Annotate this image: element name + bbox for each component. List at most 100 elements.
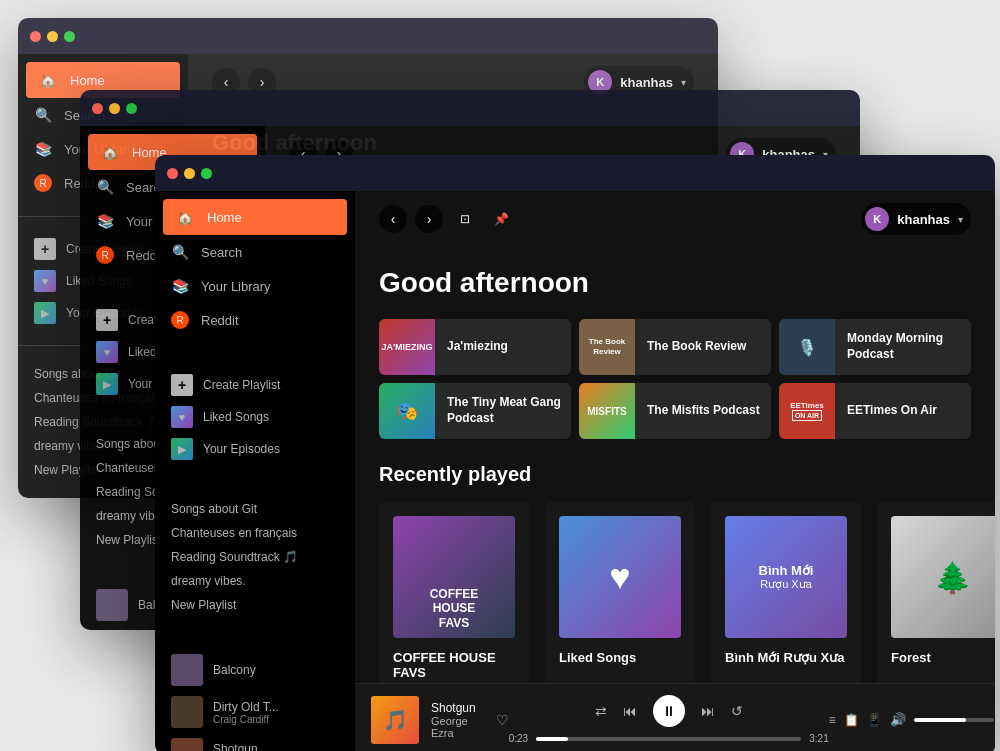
- prev-button[interactable]: ⏮: [623, 703, 637, 719]
- current-time: 0:23: [509, 733, 528, 744]
- featured-card-book-3[interactable]: The BookReview The Book Review: [579, 319, 771, 375]
- card-img-book-3: The BookReview: [579, 319, 635, 375]
- reddit-icon-2: R: [96, 246, 114, 264]
- minimize-dot-3[interactable]: [184, 168, 195, 179]
- forward-button-3[interactable]: ›: [415, 205, 443, 233]
- player-song-title: Shotgun: [431, 701, 476, 715]
- maximize-dot-3[interactable]: [201, 168, 212, 179]
- window-btn-3[interactable]: ⊡: [451, 205, 479, 233]
- recently-shotgun-3[interactable]: Shotgun George Ezra: [155, 733, 355, 751]
- maximize-dot-2[interactable]: [126, 103, 137, 114]
- device-icon[interactable]: 📱: [867, 713, 882, 727]
- featured-grid-3: JA'MIEZING Ja'miezing The BookReview The…: [379, 319, 971, 439]
- sidebar-item-reddit-3[interactable]: R Reddit: [155, 303, 355, 337]
- progress-fill: [536, 737, 568, 741]
- album-img-coffeehouse: COFFEEHOUSEFAVS: [393, 516, 515, 638]
- playlist-3-3[interactable]: Reading Soundtrack 🎵: [155, 545, 355, 569]
- featured-card-tinymeat-3[interactable]: 🎭 The Tiny Meat Gang Podcast: [379, 383, 571, 439]
- sidebar-item-search-3[interactable]: 🔍 Search: [155, 235, 355, 269]
- playlist-3-2[interactable]: Chanteuses en français: [155, 521, 355, 545]
- username-3: khanhas: [897, 212, 950, 227]
- featured-card-misfits-3[interactable]: MISFITS The Misfits Podcast: [579, 383, 771, 439]
- player-bar: 🎵 Shotgun George Ezra ♡ ⇄ ⏮ ⏸ ⏭ ↺: [355, 683, 995, 751]
- reddit-icon: R: [34, 174, 52, 192]
- back-button-3[interactable]: ‹: [379, 205, 407, 233]
- liked-songs-label-3: Liked Songs: [203, 410, 269, 424]
- title-bar-3: [155, 155, 995, 191]
- episodes-icon-2: ▶: [96, 373, 118, 395]
- album-card-forest[interactable]: 🌲 Forest: [877, 502, 995, 683]
- next-button[interactable]: ⏭: [701, 703, 715, 719]
- card-img-tiny-3: 🎭: [379, 383, 435, 439]
- playlist-3-5[interactable]: New Playlist: [155, 593, 355, 617]
- home-icon-3: 🏠: [175, 207, 195, 227]
- sidebar-label-home-3: Home: [207, 210, 242, 225]
- card-img-misfits-3: MISFITS: [579, 383, 635, 439]
- playlist-3-1[interactable]: Songs about Git: [155, 497, 355, 521]
- nav-buttons-3: ‹ › ⊡ 📌: [379, 205, 515, 233]
- progress-bar-container[interactable]: 0:23 3:21: [509, 733, 829, 744]
- search-icon-3: 🔍: [171, 243, 189, 261]
- search-icon-2: 🔍: [96, 178, 114, 196]
- thumb-balcony: [96, 589, 128, 621]
- sidebar-item-library-3[interactable]: 📚 Your Library: [155, 269, 355, 303]
- album-card-coffeehouse[interactable]: COFFEEHOUSEFAVS COFFEE HOUSE FAVS: [379, 502, 529, 683]
- scroll-area-3[interactable]: Good afternoon JA'MIEZING Ja'miezing: [355, 247, 995, 683]
- close-dot[interactable]: [30, 31, 41, 42]
- card-title-jam-3: Ja'miezing: [447, 339, 508, 355]
- maximize-dot[interactable]: [64, 31, 75, 42]
- minimize-dot-2[interactable]: [109, 103, 120, 114]
- sidebar-liked-songs-3[interactable]: ♥ Liked Songs: [155, 401, 355, 433]
- album-title-binhmoi: Bình Mới Rượu Xưa: [725, 650, 847, 665]
- user-menu-3[interactable]: K khanhas ▾: [861, 203, 971, 235]
- card-title-misfits-3: The Misfits Podcast: [647, 403, 760, 419]
- library-icon: 📚: [34, 140, 52, 158]
- search-icon: 🔍: [34, 106, 52, 124]
- recently-balcony-3[interactable]: Balcony: [155, 649, 355, 691]
- minimize-dot[interactable]: [47, 31, 58, 42]
- add-icon: +: [34, 238, 56, 260]
- sidebar-label-library-3: Your Library: [201, 279, 271, 294]
- sidebar-create-playlist-3[interactable]: + Create Playlist: [155, 369, 355, 401]
- episodes-icon: ▶: [34, 302, 56, 324]
- main-content-3: ‹ › ⊡ 📌 K khanhas ▾ Good afternoon: [355, 191, 995, 751]
- album-img-binhmoi: Bình Mới Rượu Xưa: [725, 516, 847, 638]
- featured-card-monday-3[interactable]: 🎙️ Monday Morning Podcast: [779, 319, 971, 375]
- volume-bar[interactable]: [914, 718, 994, 722]
- album-card-binhmoi[interactable]: Bình Mới Rượu Xưa Bình Mới Rượu Xưa: [711, 502, 861, 683]
- close-dot-3[interactable]: [167, 168, 178, 179]
- add-icon-2: +: [96, 309, 118, 331]
- album-card-liked[interactable]: ♥ Liked Songs: [545, 502, 695, 683]
- volume-icon[interactable]: 🔊: [890, 712, 906, 727]
- album-title-liked: Liked Songs: [559, 650, 681, 665]
- total-time: 3:21: [809, 733, 828, 744]
- thumb-shotgun-3: [171, 738, 203, 751]
- heart-player-icon[interactable]: ♡: [496, 712, 509, 728]
- album-img-forest: 🌲: [891, 516, 995, 638]
- chevron-down-icon-3: ▾: [958, 214, 963, 225]
- shuffle-button[interactable]: ⇄: [595, 703, 607, 719]
- card-title-ee-3: EETimes On Air: [847, 403, 937, 419]
- featured-card-jamiezing-3[interactable]: JA'MIEZING Ja'miezing: [379, 319, 571, 375]
- sidebar-label-home: Home: [70, 73, 105, 88]
- play-pause-button[interactable]: ⏸: [653, 695, 685, 727]
- thumb-balcony-3: [171, 654, 203, 686]
- sidebar-episodes-3[interactable]: ▶ Your Episodes: [155, 433, 355, 465]
- player-right: ≡ 📋 📱 🔊 ⛶: [829, 712, 995, 727]
- sidebar-item-home-3[interactable]: 🏠 Home: [163, 199, 347, 235]
- pin-btn-3[interactable]: 📌: [487, 205, 515, 233]
- progress-track[interactable]: [536, 737, 801, 741]
- window-front: 🏠 Home 🔍 Search 📚 Your Library R Reddit: [155, 155, 995, 751]
- library-icon-2: 📚: [96, 212, 114, 230]
- recently-dirty-3[interactable]: Dirty Old T... Craig Cardiff: [155, 691, 355, 733]
- close-dot-2[interactable]: [92, 103, 103, 114]
- queue-icon[interactable]: 📋: [844, 713, 859, 727]
- card-title-tiny-3: The Tiny Meat Gang Podcast: [447, 395, 571, 426]
- lyrics-icon[interactable]: ≡: [829, 713, 836, 727]
- playlist-3-4[interactable]: dreamy vibes.: [155, 569, 355, 593]
- repeat-button[interactable]: ↺: [731, 703, 743, 719]
- heart-icon-3: ♥: [171, 406, 193, 428]
- thumb-dirty-3: [171, 696, 203, 728]
- featured-card-eetimes-3[interactable]: EETimes ON AIR EETimes On Air: [779, 383, 971, 439]
- recently-played-row: COFFEEHOUSEFAVS COFFEE HOUSE FAVS ♥ Like…: [379, 502, 971, 683]
